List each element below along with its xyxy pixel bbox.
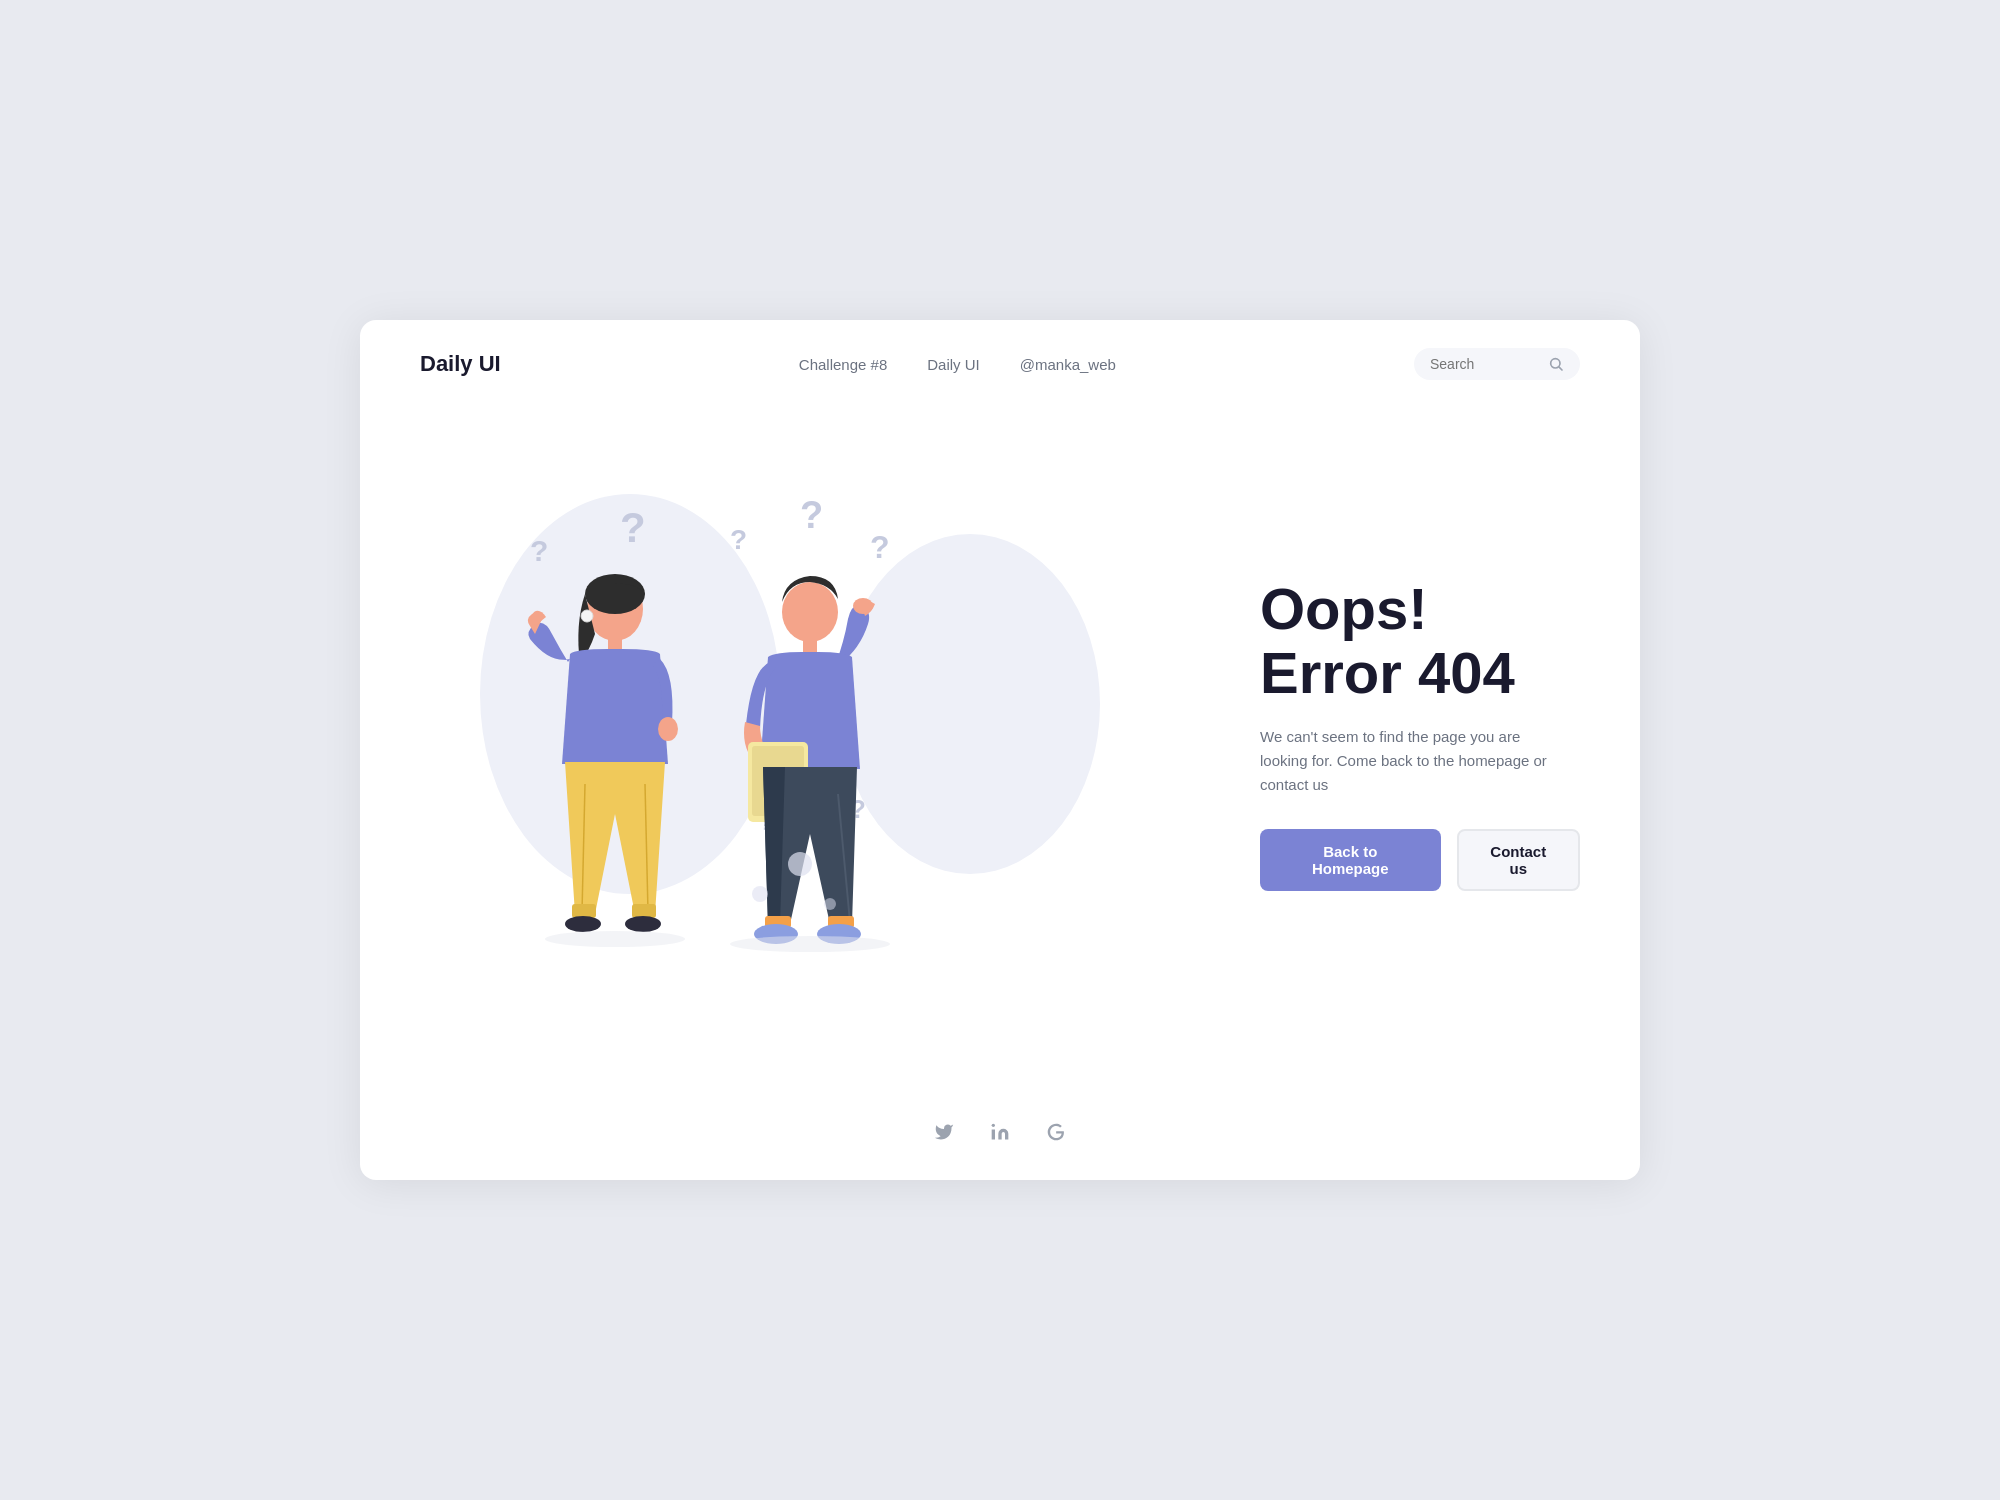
error-title-line1: Oops! <box>1260 576 1428 641</box>
right-content: Oops! Error 404 We can't seem to find th… <box>1200 577 1580 891</box>
illustration-area: ? ? ? ? ? ? ? ? <box>420 474 1200 994</box>
back-to-homepage-button[interactable]: Back to Homepage <box>1260 829 1441 891</box>
error-title: Oops! Error 404 <box>1260 577 1580 705</box>
error-title-line2: Error 404 <box>1260 640 1515 705</box>
svg-point-6 <box>658 717 678 741</box>
main-content: ? ? ? ? ? ? ? ? <box>360 408 1640 1100</box>
svg-line-1 <box>1559 367 1562 370</box>
button-group: Back to Homepage Contact us <box>1260 829 1580 891</box>
nav-item-challenge[interactable]: Challenge #8 <box>799 356 887 373</box>
svg-rect-10 <box>632 904 656 918</box>
logo: Daily UI <box>420 351 501 377</box>
svg-point-12 <box>625 916 661 932</box>
contact-us-button[interactable]: Contact us <box>1457 829 1580 891</box>
search-input[interactable] <box>1430 356 1540 372</box>
page-wrapper: Daily UI Challenge #8 Daily UI @manka_we… <box>360 320 1640 1180</box>
search-bar[interactable] <box>1414 348 1580 380</box>
header: Daily UI Challenge #8 Daily UI @manka_we… <box>360 320 1640 408</box>
svg-rect-9 <box>572 904 596 918</box>
svg-point-14 <box>853 598 873 614</box>
svg-point-11 <box>565 916 601 932</box>
svg-point-26 <box>752 886 768 902</box>
svg-point-4 <box>581 610 593 622</box>
svg-point-23 <box>545 931 685 947</box>
footer <box>360 1100 1640 1180</box>
linkedin-icon[interactable] <box>988 1120 1012 1144</box>
twitter-icon[interactable] <box>932 1120 956 1144</box>
main-nav: Challenge #8 Daily UI @manka_web <box>799 356 1116 373</box>
svg-point-25 <box>788 852 812 876</box>
nav-item-social[interactable]: @manka_web <box>1020 356 1116 373</box>
characters-illustration <box>420 494 980 994</box>
nav-item-daily-ui[interactable]: Daily UI <box>927 356 980 373</box>
search-icon <box>1548 356 1564 372</box>
svg-point-13 <box>782 582 838 642</box>
google-icon[interactable] <box>1044 1120 1068 1144</box>
svg-point-24 <box>730 936 890 952</box>
svg-point-27 <box>824 898 836 910</box>
svg-point-28 <box>992 1124 995 1127</box>
error-description: We can't seem to find the page you are l… <box>1260 725 1560 797</box>
